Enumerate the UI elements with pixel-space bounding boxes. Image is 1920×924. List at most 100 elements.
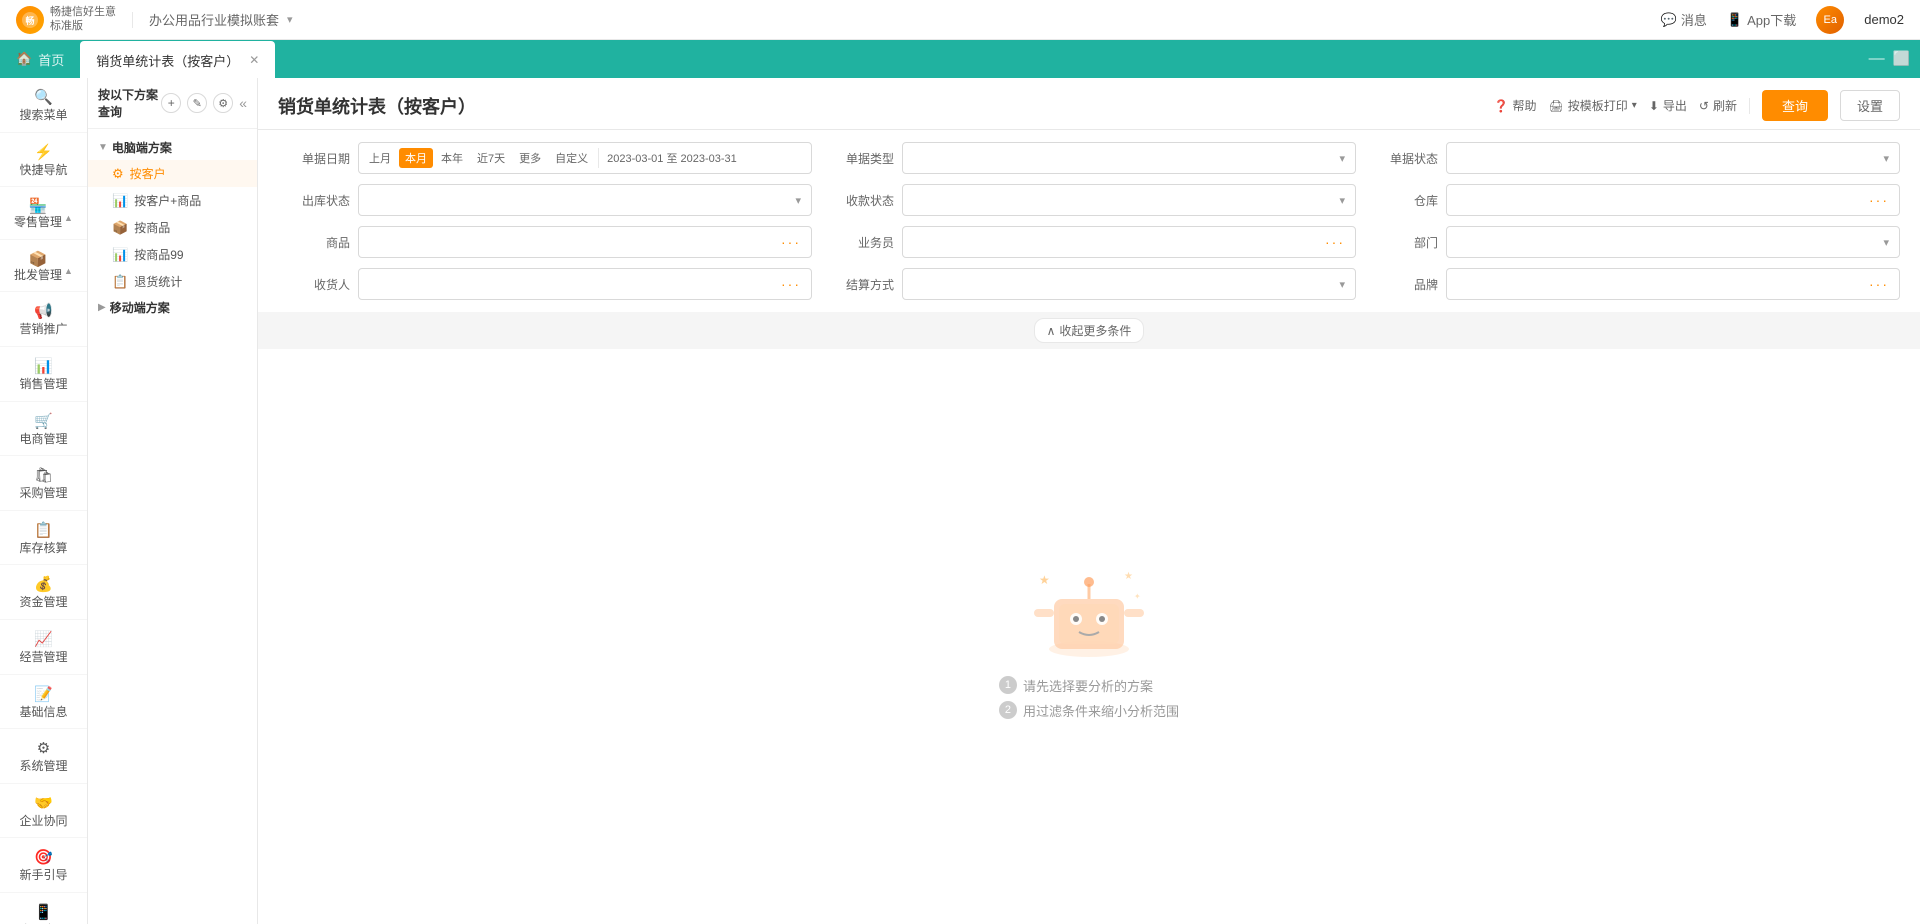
header-dropdown[interactable]: ▾	[287, 13, 293, 26]
ecommerce-icon: 🛒	[34, 412, 53, 430]
logo-icon: 畅	[16, 6, 44, 34]
filter-row-4: 收货人 ··· 结算方式 ▾ 品牌	[278, 268, 1900, 300]
goods-select[interactable]: ···	[358, 226, 812, 258]
sidebar-item-basic-info[interactable]: 📝 基础信息	[0, 675, 87, 730]
doc-status-label: 单据状态	[1366, 150, 1446, 167]
tree-item-label: 按客户	[130, 165, 166, 182]
salesperson-select[interactable]: ···	[902, 226, 1356, 258]
tree-item-label: 退货统计	[134, 273, 182, 290]
out-status-chevron: ▾	[795, 194, 801, 207]
scheme-edit-btn[interactable]: ✎	[187, 93, 207, 113]
scheme-actions: + ✎ ⚙ «	[161, 93, 247, 113]
sidebar-item-finance[interactable]: 💰 资金管理	[0, 565, 87, 620]
sidebar-item-app-center[interactable]: 📱 应用中心	[0, 893, 87, 924]
tree-item-by-customer[interactable]: ⚙ 按客户	[88, 160, 257, 187]
help-btn[interactable]: ❓ 帮助	[1494, 97, 1537, 114]
retail-arrow: ▲	[64, 213, 73, 223]
sidebar-item-enterprise[interactable]: 🤝 企业协同	[0, 784, 87, 839]
page-title-bar: 销货单统计表（按客户） ❓ 帮助 🖨 按模板打印 ▾ ⬇ 导出 ↺ 刷新	[258, 78, 1920, 130]
scheme-header: 按以下方案查询 + ✎ ⚙ «	[88, 78, 257, 129]
svg-text:畅: 畅	[25, 15, 34, 26]
sidebar-item-retail[interactable]: 🏪 零售管理 ▲	[0, 187, 87, 240]
retail-icon: 🏪	[29, 197, 48, 215]
scheme-settings-btn[interactable]: ⚙	[213, 93, 233, 113]
system-icon: ⚙	[37, 739, 50, 757]
date-this-month[interactable]: 本月	[399, 148, 433, 168]
date-custom[interactable]: 自定义	[549, 148, 594, 168]
app-center-icon: 📱	[34, 903, 53, 921]
warehouse-select[interactable]: ···	[1446, 184, 1900, 216]
refresh-icon: ↺	[1699, 99, 1709, 113]
print-icon: 🖨	[1549, 99, 1564, 113]
tab-close-btn[interactable]: ✕	[249, 53, 259, 67]
payment-method-chevron: ▾	[1339, 278, 1345, 291]
sidebar-item-operations[interactable]: 📈 经营管理	[0, 620, 87, 675]
sidebar-item-search[interactable]: 🔍 搜索菜单	[0, 78, 87, 133]
tab-maximize-btn[interactable]: ⬜	[1893, 50, 1910, 68]
sidebar-item-inventory[interactable]: 📋 库存核算	[0, 511, 87, 566]
sidebar-item-guide[interactable]: 🎯 新手引导	[0, 838, 87, 893]
tree-item-return-stats[interactable]: 📋 退货统计	[88, 268, 257, 295]
tree-item-by-goods[interactable]: 📦 按商品	[88, 214, 257, 241]
export-icon: ⬇	[1649, 99, 1659, 113]
doc-type-select[interactable]: ▾	[902, 142, 1356, 174]
sidebar-item-marketing[interactable]: 📢 营销推广	[0, 292, 87, 347]
tree-item-by-goods-99[interactable]: 📊 按商品99	[88, 241, 257, 268]
brand-filter-item: 品牌 ···	[1366, 268, 1900, 300]
brand-select[interactable]: ···	[1446, 268, 1900, 300]
sidebar-item-wholesale[interactable]: 📦 批发管理 ▲	[0, 240, 87, 293]
goods-filter-item: 商品 ···	[278, 226, 812, 258]
payment-method-select[interactable]: ▾	[902, 268, 1356, 300]
sidebar-item-system[interactable]: ⚙ 系统管理	[0, 729, 87, 784]
sidebar-item-purchase[interactable]: 🛍 采购管理	[0, 456, 87, 511]
top-header: 畅 畅捷信好生意 标准版 办公用品行业模拟账套 ▾ 💬 消息 📱 App下载 E…	[0, 0, 1920, 40]
user-name[interactable]: demo2	[1864, 12, 1904, 27]
download-icon: 📱	[1727, 12, 1743, 28]
tree-item-by-customer-goods[interactable]: 📊 按客户+商品	[88, 187, 257, 214]
message-btn[interactable]: 💬 消息	[1661, 10, 1707, 29]
app-download-btn[interactable]: 📱 App下载	[1727, 10, 1796, 29]
doc-status-filter-item: 单据状态 ▾	[1366, 142, 1900, 174]
tab-sales-stat[interactable]: 销货单统计表（按客户） ✕	[80, 41, 275, 79]
date-this-year[interactable]: 本年	[435, 148, 469, 168]
collapse-btn[interactable]: ∧ 收起更多条件	[1034, 318, 1145, 343]
template-print-btn[interactable]: 🖨 按模板打印 ▾	[1549, 97, 1637, 114]
operations-icon: 📈	[34, 630, 53, 648]
user-avatar[interactable]: Ea	[1816, 6, 1844, 34]
tree-group-desktop[interactable]: ▼ 电脑端方案	[88, 135, 257, 160]
warehouse-label: 仓库	[1366, 192, 1446, 209]
tab-minimize-btn[interactable]: —	[1869, 50, 1885, 68]
query-btn[interactable]: 查询	[1762, 90, 1828, 121]
sidebar-item-ecommerce[interactable]: 🛒 电商管理	[0, 402, 87, 457]
consignee-select[interactable]: ···	[358, 268, 812, 300]
group-arrow-down: ▼	[98, 142, 108, 153]
customer-icon: ⚙	[112, 166, 124, 182]
department-chevron: ▾	[1883, 236, 1889, 249]
date-last-month[interactable]: 上月	[363, 148, 397, 168]
sidebar-item-quick-nav[interactable]: ⚡ 快捷导航	[0, 133, 87, 188]
doc-status-chevron: ▾	[1883, 152, 1889, 165]
refresh-btn[interactable]: ↺ 刷新	[1699, 97, 1737, 114]
out-status-select[interactable]: ▾	[358, 184, 812, 216]
sidebar-item-sales[interactable]: 📊 销售管理	[0, 347, 87, 402]
scheme-collapse-btn[interactable]: «	[239, 95, 247, 111]
scheme-add-btn[interactable]: +	[161, 93, 181, 113]
date-range-display[interactable]: 2023-03-01 至 2023-03-31	[599, 150, 811, 166]
doc-type-filter-item: 单据类型 ▾	[822, 142, 1356, 174]
tree-group-mobile[interactable]: ▶ 移动端方案	[88, 295, 257, 320]
header-right: 💬 消息 📱 App下载 Ea demo2	[1661, 6, 1904, 34]
payment-status-select[interactable]: ▾	[902, 184, 1356, 216]
divider	[1749, 98, 1750, 114]
payment-method-filter-item: 结算方式 ▾	[822, 268, 1356, 300]
department-select[interactable]: ▾	[1446, 226, 1900, 258]
payment-status-chevron: ▾	[1339, 194, 1345, 207]
date-more[interactable]: 更多	[513, 148, 547, 168]
export-btn[interactable]: ⬇ 导出	[1649, 97, 1687, 114]
tab-home[interactable]: 🏠 首页	[0, 40, 80, 78]
goods-label: 商品	[278, 234, 358, 251]
settings-btn[interactable]: 设置	[1840, 90, 1900, 121]
tree-item-label: 按商品99	[134, 246, 183, 263]
doc-status-select[interactable]: ▾	[1446, 142, 1900, 174]
message-icon: 💬	[1661, 12, 1677, 28]
date-last-7-days[interactable]: 近7天	[471, 148, 511, 168]
